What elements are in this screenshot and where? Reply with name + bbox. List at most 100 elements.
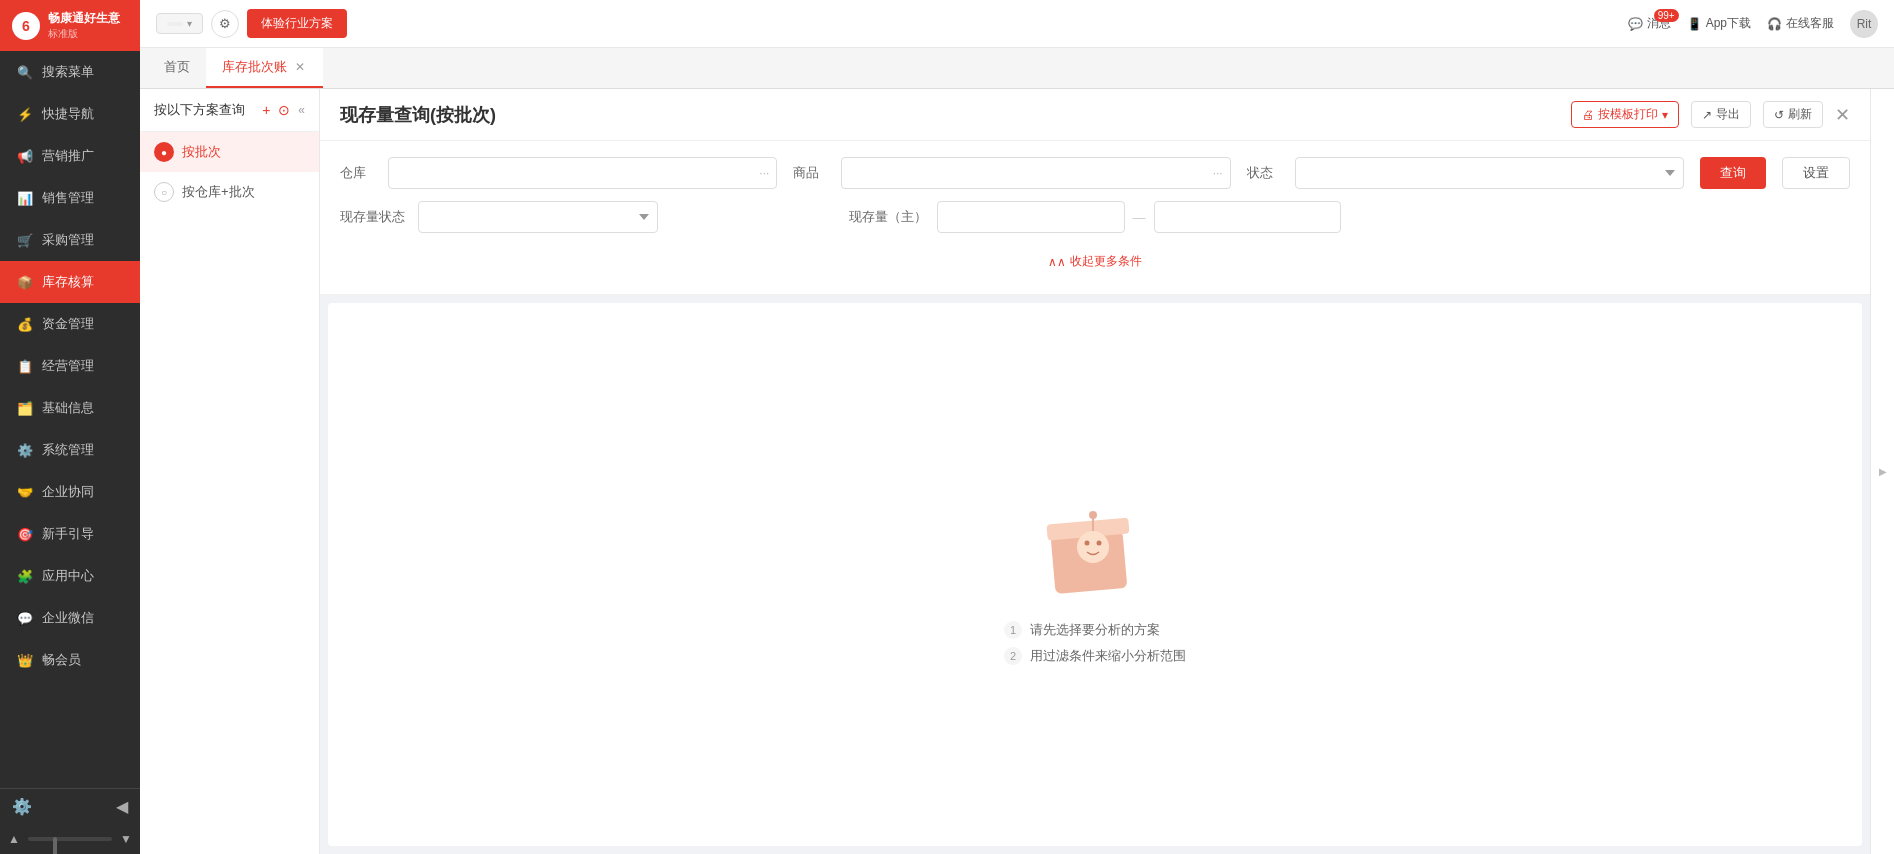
sales-icon: 📊 bbox=[16, 189, 34, 207]
refresh-icon: ↺ bbox=[1774, 108, 1784, 122]
refresh-btn[interactable]: ↺ 刷新 bbox=[1763, 101, 1823, 128]
warehouse-more-icon[interactable]: ··· bbox=[759, 166, 769, 180]
filter-add-icon[interactable]: + bbox=[262, 102, 270, 118]
status-select[interactable] bbox=[1295, 157, 1684, 189]
print-btn[interactable]: 🖨 按模板打印 ▾ bbox=[1571, 101, 1679, 128]
sidebar-collapse-icon[interactable]: ◀ bbox=[116, 797, 128, 816]
query-row-2: 现存量状态 现存量（主） — bbox=[340, 201, 1850, 233]
sidebar-item-label: 畅会员 bbox=[42, 651, 81, 669]
status-field: 状态 bbox=[1247, 157, 1684, 189]
sidebar-item-sales[interactable]: 📊 销售管理 bbox=[0, 177, 140, 219]
hint-num-1: 1 bbox=[1004, 621, 1022, 639]
sidebar-scroll-up[interactable]: ▲ bbox=[4, 828, 24, 850]
filter-item-by-batch[interactable]: ● 按批次 bbox=[140, 132, 319, 172]
online-service-btn[interactable]: 🎧 在线客服 bbox=[1767, 15, 1834, 32]
page-header: 现存量查询(按批次) 🖨 按模板打印 ▾ ↗ 导出 ↺ 刷新 bbox=[320, 89, 1870, 141]
breadcrumb-text bbox=[167, 22, 183, 26]
product-more-icon[interactable]: ··· bbox=[1213, 166, 1223, 180]
sidebar-scroll-down[interactable]: ▼ bbox=[116, 828, 136, 850]
stock-status-field: 现存量状态 bbox=[340, 201, 833, 233]
empty-state: 1 请先选择要分析的方案 2 用过滤条件来缩小分析范围 bbox=[328, 303, 1862, 846]
sidebar-item-label: 应用中心 bbox=[42, 567, 94, 585]
sidebar-item-finance[interactable]: 💰 资金管理 bbox=[0, 303, 140, 345]
sidebar: 6 畅康通好生意 标准版 🔍 搜索菜单 ⚡ 快捷导航 📢 营销推广 📊 销售管理… bbox=[0, 0, 140, 854]
filter-settings-icon[interactable]: ⊙ bbox=[278, 102, 290, 118]
tab-inventory-batch[interactable]: 库存批次账 ✕ bbox=[206, 48, 323, 88]
printer-icon: 🖨 bbox=[1582, 108, 1594, 122]
close-panel-btn[interactable]: ✕ bbox=[1835, 104, 1850, 126]
sidebar-item-search[interactable]: 🔍 搜索菜单 bbox=[0, 51, 140, 93]
sidebar-item-member[interactable]: 👑 畅会员 bbox=[0, 639, 140, 681]
operation-icon: 📋 bbox=[16, 357, 34, 375]
warehouse-field: 仓库 ··· bbox=[340, 157, 777, 189]
sidebar-item-label: 经营管理 bbox=[42, 357, 94, 375]
filter-item-by-warehouse-batch[interactable]: ○ 按仓库+批次 bbox=[140, 172, 319, 212]
sidebar-item-label: 系统管理 bbox=[42, 441, 94, 459]
filter-dot-inactive: ○ bbox=[154, 182, 174, 202]
message-icon: 💬 bbox=[1628, 17, 1643, 31]
gear-icon: ⚙ bbox=[219, 16, 231, 31]
sidebar-item-apps[interactable]: 🧩 应用中心 bbox=[0, 555, 140, 597]
filter-dot-active: ● bbox=[154, 142, 174, 162]
breadcrumb: ▾ bbox=[156, 13, 203, 34]
sidebar-item-quicknav[interactable]: ⚡ 快捷导航 bbox=[0, 93, 140, 135]
messages-btn[interactable]: 💬 消息 99+ bbox=[1628, 15, 1671, 32]
stock-status-select[interactable] bbox=[418, 201, 658, 233]
query-settings-btn[interactable]: 设置 bbox=[1782, 157, 1850, 189]
right-panel: ▶ bbox=[1870, 89, 1894, 854]
breadcrumb-dropdown-icon[interactable]: ▾ bbox=[187, 18, 192, 29]
sidebar-item-inventory[interactable]: 📦 库存核算 bbox=[0, 261, 140, 303]
sidebar-company: 畅康通好生意 bbox=[48, 10, 120, 27]
sidebar-item-operation[interactable]: 📋 经营管理 bbox=[0, 345, 140, 387]
sidebar-item-enterprise[interactable]: 🤝 企业协同 bbox=[0, 471, 140, 513]
filter-collapse-icon[interactable]: « bbox=[298, 103, 305, 117]
filter-item-label: 按批次 bbox=[182, 143, 221, 161]
sidebar-item-marketing[interactable]: 📢 营销推广 bbox=[0, 135, 140, 177]
filter-panel: 按以下方案查询 + ⊙ « ● 按批次 ○ 按仓库+批次 bbox=[140, 89, 320, 854]
warehouse-label: 仓库 bbox=[340, 164, 380, 182]
tab-home[interactable]: 首页 bbox=[148, 48, 206, 88]
sidebar-item-label: 采购管理 bbox=[42, 231, 94, 249]
sidebar-item-system[interactable]: ⚙️ 系统管理 bbox=[0, 429, 140, 471]
empty-hint-2: 2 用过滤条件来缩小分析范围 bbox=[1004, 647, 1186, 665]
svg-point-4 bbox=[1097, 540, 1102, 545]
sidebar-item-newbie[interactable]: 🎯 新手引导 bbox=[0, 513, 140, 555]
stock-qty-max-input[interactable] bbox=[1154, 201, 1342, 233]
phone-icon: 📱 bbox=[1687, 17, 1702, 31]
filter-header-icons: + ⊙ « bbox=[262, 102, 305, 118]
empty-hint-text-1: 请先选择要分析的方案 bbox=[1030, 621, 1160, 639]
sidebar-item-wechat[interactable]: 💬 企业微信 bbox=[0, 597, 140, 639]
sidebar-settings-icon[interactable]: ⚙️ bbox=[12, 797, 32, 816]
tab-close-icon[interactable]: ✕ bbox=[293, 60, 307, 74]
sidebar-item-label: 营销推广 bbox=[42, 147, 94, 165]
empty-illustration bbox=[1035, 485, 1155, 605]
export-btn[interactable]: ↗ 导出 bbox=[1691, 101, 1751, 128]
sidebar-item-label: 销售管理 bbox=[42, 189, 94, 207]
print-dropdown-icon[interactable]: ▾ bbox=[1662, 108, 1668, 122]
service-icon: 🎧 bbox=[1767, 17, 1782, 31]
app-download-btn[interactable]: 📱 App下载 bbox=[1687, 15, 1751, 32]
warehouse-input[interactable] bbox=[388, 157, 777, 189]
empty-hint-text-2: 用过滤条件来缩小分析范围 bbox=[1030, 647, 1186, 665]
warehouse-input-wrapper: ··· bbox=[388, 157, 777, 189]
sidebar-logo: 6 bbox=[12, 12, 40, 40]
page-title: 现存量查询(按批次) bbox=[340, 103, 496, 127]
collapse-more-btn[interactable]: ∧∧ 收起更多条件 bbox=[340, 245, 1850, 278]
product-input[interactable] bbox=[841, 157, 1230, 189]
user-name: Rit bbox=[1857, 17, 1872, 31]
tab-bar: 首页 库存批次账 ✕ bbox=[140, 48, 1894, 89]
query-btn[interactable]: 查询 bbox=[1700, 157, 1766, 189]
sidebar-item-label: 快捷导航 bbox=[42, 105, 94, 123]
sidebar-item-purchase[interactable]: 🛒 采购管理 bbox=[0, 219, 140, 261]
topbar-right: 💬 消息 99+ 📱 App下载 🎧 在线客服 Rit bbox=[1628, 10, 1878, 38]
user-profile-btn[interactable]: Rit bbox=[1850, 10, 1878, 38]
status-label: 状态 bbox=[1247, 164, 1287, 182]
product-input-wrapper: ··· bbox=[841, 157, 1230, 189]
sidebar-item-label: 企业协同 bbox=[42, 483, 94, 501]
trial-industry-btn[interactable]: 体验行业方案 bbox=[247, 9, 347, 38]
topbar-settings-btn[interactable]: ⚙ bbox=[211, 10, 239, 38]
sidebar-item-basic[interactable]: 🗂️ 基础信息 bbox=[0, 387, 140, 429]
sidebar-item-label: 库存核算 bbox=[42, 273, 94, 291]
right-panel-handle[interactable]: ▶ bbox=[1877, 466, 1888, 477]
stock-qty-min-input[interactable] bbox=[937, 201, 1125, 233]
